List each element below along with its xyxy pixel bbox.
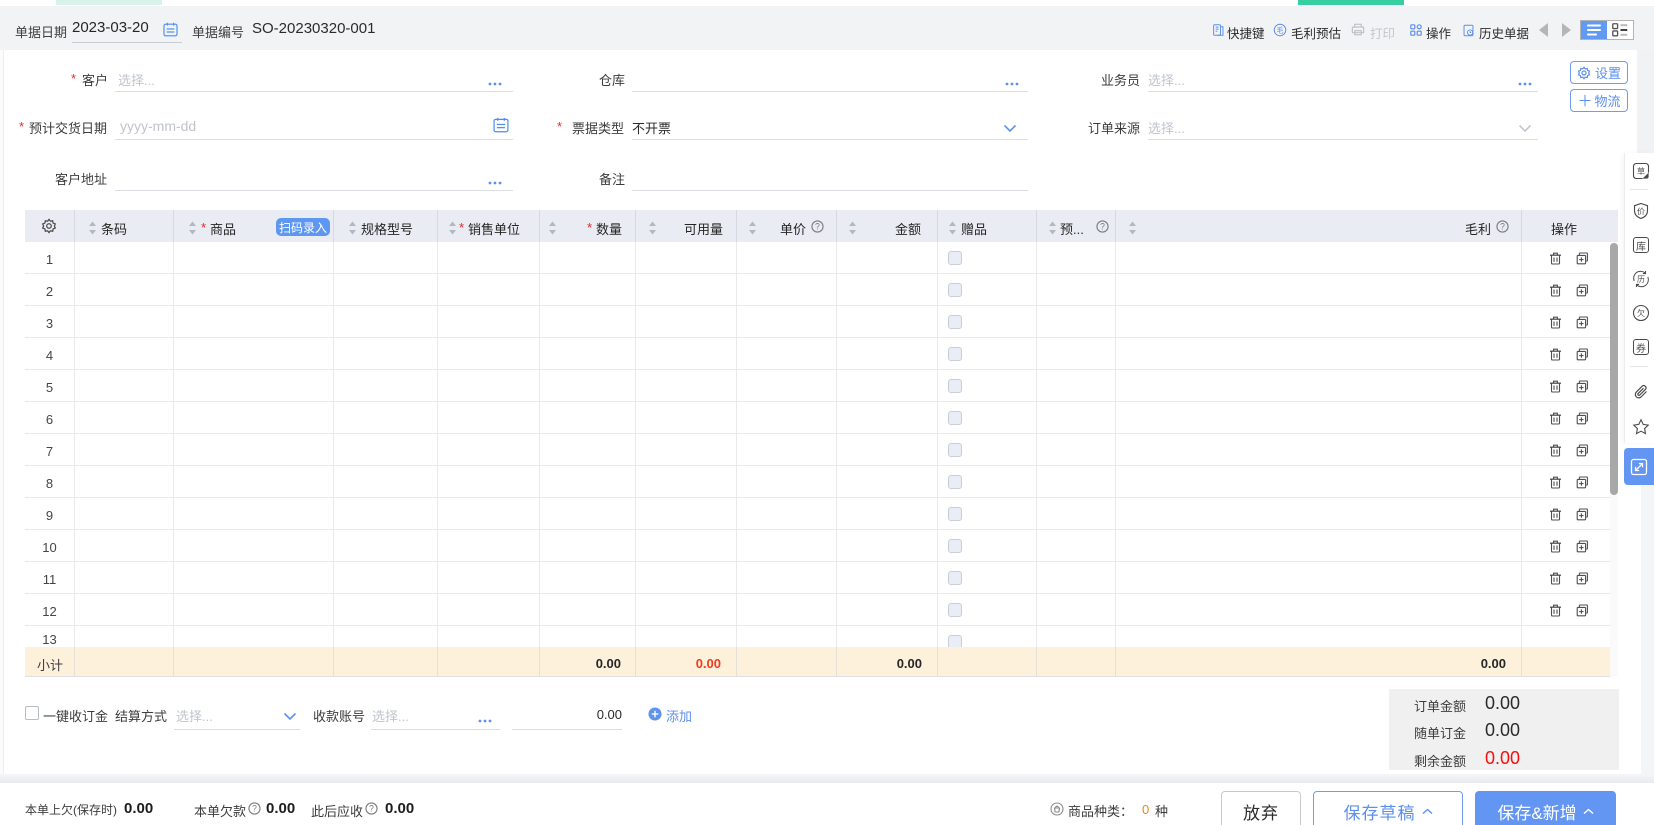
svg-text:价: 价 [1637, 207, 1645, 216]
svg-text:欠: 欠 [1637, 308, 1645, 318]
svg-text:?: ? [1100, 221, 1105, 231]
svg-text:毛: 毛 [1277, 25, 1284, 34]
svg-text:历: 历 [1637, 275, 1645, 284]
svg-text:?: ? [1500, 221, 1505, 231]
svg-text:?: ? [369, 803, 374, 813]
svg-text:?: ? [252, 803, 257, 813]
svg-text:?: ? [815, 221, 820, 231]
svg-text:草: 草 [1637, 166, 1645, 176]
